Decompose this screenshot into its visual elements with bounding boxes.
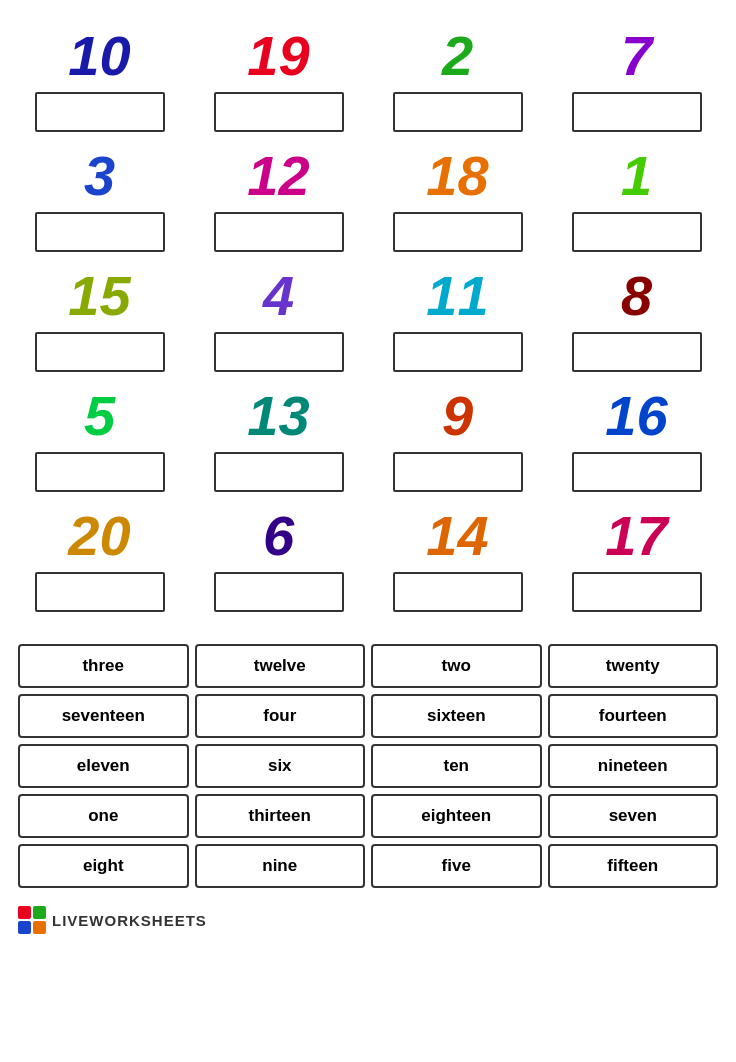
number-display-17: 17 (605, 508, 667, 564)
answer-input-16[interactable] (572, 452, 702, 492)
answer-input-20[interactable] (35, 572, 165, 612)
number-cell-14: 14 (368, 500, 547, 620)
number-cell-20: 20 (10, 500, 189, 620)
word-box-one[interactable]: one (18, 794, 189, 838)
number-cell-9: 9 (368, 380, 547, 500)
numbers-grid: 10 19 2 7 3 12 18 1 15 4 11 8 5 13 9 16 20 6 14 17 (10, 20, 726, 620)
answer-input-17[interactable] (572, 572, 702, 612)
answer-input-4[interactable] (214, 332, 344, 372)
number-cell-18: 18 (368, 140, 547, 260)
number-display-5: 5 (84, 388, 115, 444)
number-cell-17: 17 (547, 500, 726, 620)
answer-input-6[interactable] (214, 572, 344, 612)
answer-input-9[interactable] (393, 452, 523, 492)
number-cell-16: 16 (547, 380, 726, 500)
number-cell-7: 7 (547, 20, 726, 140)
word-box-four[interactable]: four (195, 694, 366, 738)
logo-squares (18, 906, 46, 934)
number-display-9: 9 (442, 388, 473, 444)
word-box-three[interactable]: three (18, 644, 189, 688)
word-box-fifteen[interactable]: fifteen (548, 844, 719, 888)
answer-input-13[interactable] (214, 452, 344, 492)
word-box-two[interactable]: two (371, 644, 542, 688)
answer-input-10[interactable] (35, 92, 165, 132)
answer-input-1[interactable] (572, 212, 702, 252)
word-box-twelve[interactable]: twelve (195, 644, 366, 688)
number-cell-8: 8 (547, 260, 726, 380)
word-box-eighteen[interactable]: eighteen (371, 794, 542, 838)
word-box-sixteen[interactable]: sixteen (371, 694, 542, 738)
word-box-nineteen[interactable]: nineteen (548, 744, 719, 788)
answer-input-3[interactable] (35, 212, 165, 252)
number-cell-3: 3 (10, 140, 189, 260)
answer-input-19[interactable] (214, 92, 344, 132)
footer: LIVEWORKSHEETS (10, 898, 726, 934)
number-display-15: 15 (68, 268, 130, 324)
number-display-11: 11 (426, 268, 488, 324)
number-cell-6: 6 (189, 500, 368, 620)
word-box-nine[interactable]: nine (195, 844, 366, 888)
number-display-12: 12 (247, 148, 309, 204)
answer-input-7[interactable] (572, 92, 702, 132)
number-display-14: 14 (426, 508, 488, 564)
word-box-eight[interactable]: eight (18, 844, 189, 888)
answer-input-15[interactable] (35, 332, 165, 372)
number-cell-2: 2 (368, 20, 547, 140)
number-cell-11: 11 (368, 260, 547, 380)
answer-input-18[interactable] (393, 212, 523, 252)
answer-input-11[interactable] (393, 332, 523, 372)
word-box-eleven[interactable]: eleven (18, 744, 189, 788)
number-display-2: 2 (442, 28, 473, 84)
number-cell-13: 13 (189, 380, 368, 500)
answer-input-8[interactable] (572, 332, 702, 372)
footer-text: LIVEWORKSHEETS (52, 912, 207, 929)
word-box-thirteen[interactable]: thirteen (195, 794, 366, 838)
number-cell-15: 15 (10, 260, 189, 380)
word-box-six[interactable]: six (195, 744, 366, 788)
number-display-16: 16 (605, 388, 667, 444)
number-display-10: 10 (68, 28, 130, 84)
logo: LIVEWORKSHEETS (18, 906, 207, 934)
number-cell-10: 10 (10, 20, 189, 140)
answer-input-14[interactable] (393, 572, 523, 612)
word-box-seventeen[interactable]: seventeen (18, 694, 189, 738)
number-cell-12: 12 (189, 140, 368, 260)
word-box-ten[interactable]: ten (371, 744, 542, 788)
number-display-3: 3 (84, 148, 115, 204)
number-display-18: 18 (426, 148, 488, 204)
number-display-13: 13 (247, 388, 309, 444)
number-display-8: 8 (621, 268, 652, 324)
number-display-19: 19 (247, 28, 309, 84)
word-box-fourteen[interactable]: fourteen (548, 694, 719, 738)
number-cell-19: 19 (189, 20, 368, 140)
number-display-4: 4 (263, 268, 294, 324)
word-box-five[interactable]: five (371, 844, 542, 888)
number-cell-5: 5 (10, 380, 189, 500)
number-display-7: 7 (621, 28, 652, 84)
word-box-seven[interactable]: seven (548, 794, 719, 838)
number-display-1: 1 (621, 148, 652, 204)
answer-input-2[interactable] (393, 92, 523, 132)
words-grid[interactable]: threetwelvetwotwenty seventeenfoursixteen… (10, 640, 726, 892)
answer-input-5[interactable] (35, 452, 165, 492)
word-box-twenty[interactable]: twenty (548, 644, 719, 688)
number-cell-1: 1 (547, 140, 726, 260)
number-display-20: 20 (68, 508, 130, 564)
number-display-6: 6 (263, 508, 294, 564)
answer-input-12[interactable] (214, 212, 344, 252)
number-cell-4: 4 (189, 260, 368, 380)
